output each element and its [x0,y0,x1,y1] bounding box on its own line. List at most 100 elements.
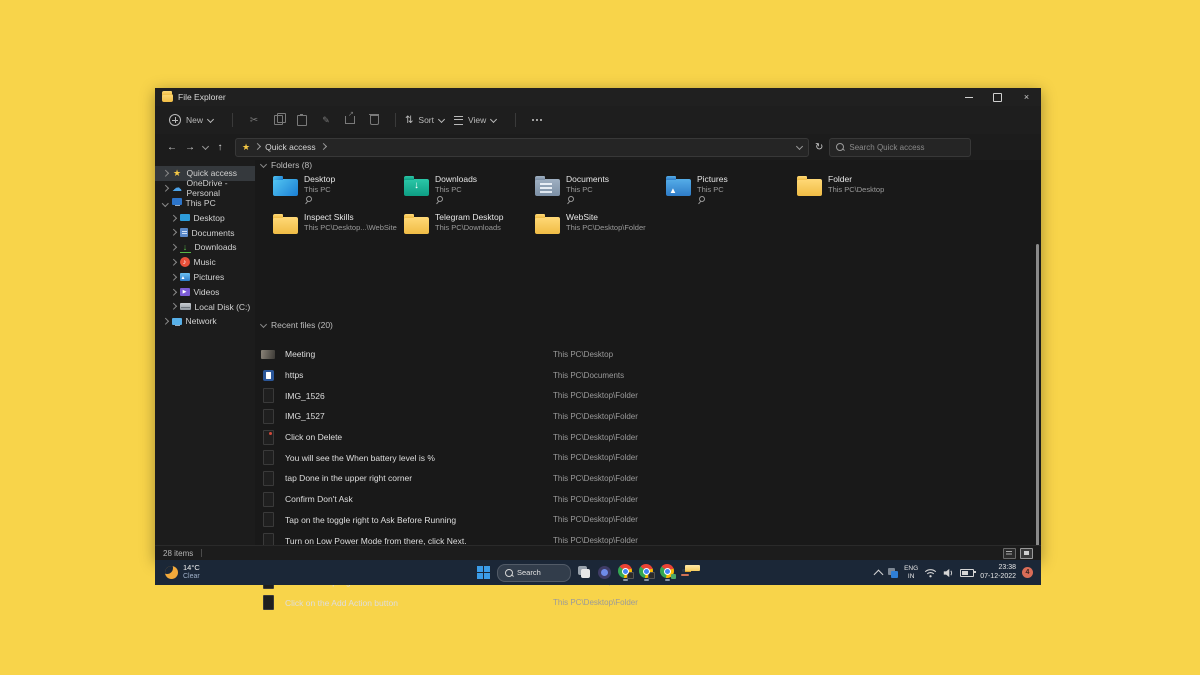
recent-file-row[interactable]: https This PC\Documents [261,365,1021,386]
delete-button[interactable] [362,110,386,130]
chat-app-icon[interactable] [598,566,611,579]
folder-tile[interactable]: Documents This PC [535,174,666,212]
folder-tile[interactable]: Downloads This PC [404,174,535,212]
chevron-icon[interactable] [162,200,168,206]
notification-badge[interactable]: 4 [1022,567,1033,578]
clock[interactable]: 23:38 07-12-2022 [980,564,1016,581]
folder-tile[interactable]: WebSite This PC\Desktop\Folder [535,212,666,250]
folder-tile[interactable]: Folder This PC\Desktop [797,174,928,212]
folder-tile[interactable]: Telegram Desktop This PC\Downloads [404,212,535,250]
chevron-icon[interactable] [162,185,168,191]
sidebar-item[interactable]: Videos [155,284,255,299]
folder-tile[interactable]: Inspect Skills This PC\Desktop...\WebSit… [273,212,404,250]
chevron-icon[interactable] [162,318,168,324]
cut-button[interactable]: ✂ [242,110,266,130]
address-dropdown-icon[interactable] [796,142,803,149]
paste-button[interactable] [290,110,314,130]
recent-file-row[interactable]: Tap on the toggle right to Ask Before Ru… [261,510,1021,531]
sidebar-item[interactable]: Desktop [155,210,255,225]
documents-icon [180,228,188,237]
file-name: Confirm Don't Ask [285,494,553,504]
recent-file-row[interactable]: tap Done in the upper right corner This … [261,468,1021,489]
vertical-scrollbar[interactable] [1036,244,1039,564]
recent-file-row[interactable]: Click on Delete This PC\Desktop\Folder [261,427,1021,448]
ellipsis-icon [532,119,534,121]
recent-file-row[interactable]: IMG_1526 This PC\Desktop\Folder [261,385,1021,406]
minimize-button[interactable] [954,88,983,106]
downloads-icon [180,241,191,253]
recent-section-header[interactable]: Recent files (20) [261,320,333,330]
folders-section-header[interactable]: Folders (8) [261,160,312,170]
rename-button[interactable]: ✎ [314,110,338,130]
folder-path: This PC [566,185,609,194]
chevron-icon[interactable] [170,229,176,235]
recent-file-row[interactable]: IMG_1527 This PC\Desktop\Folder [261,406,1021,427]
tray-app-icon[interactable] [888,568,898,578]
file-path: This PC\Desktop\Folder [553,433,638,442]
share-button[interactable] [338,110,362,130]
sidebar-item[interactable]: Network [155,314,255,329]
chevron-icon[interactable] [170,289,176,295]
weather-widget[interactable]: 14°C Clear [165,560,200,585]
file-explorer-taskbar-app[interactable] [681,569,689,576]
file-name: Click on the Add Action button [285,598,553,608]
sort-button[interactable]: ⇅ Sort [405,115,444,126]
battery-icon[interactable] [960,569,974,577]
sidebar-item[interactable]: Documents [155,225,255,240]
screenshot-red [263,430,274,445]
chevron-icon[interactable] [170,215,176,221]
recent-file-row[interactable]: Click on the Add Action button This PC\D… [261,592,1021,613]
chevron-icon[interactable] [170,244,176,250]
chrome-app-1[interactable] [618,564,632,581]
up-button[interactable]: ↑ [211,142,229,153]
details-view-button[interactable] [1003,548,1016,559]
chrome-app-3[interactable] [660,564,674,581]
sidebar-item[interactable]: Pictures [155,270,255,285]
start-button[interactable] [477,566,490,579]
recent-file-row[interactable]: Confirm Don't Ask This PC\Desktop\Folder [261,489,1021,510]
task-view-icon[interactable] [578,566,591,579]
maximize-button[interactable] [983,88,1012,106]
chevron-icon[interactable] [162,170,168,176]
sidebar-item-label: This PC [186,198,216,208]
sidebar-item-label: OneDrive - Personal [187,178,256,198]
sidebar-item-label: Pictures [194,272,225,282]
sidebar-item[interactable]: OneDrive - Personal [155,181,255,196]
view-button[interactable]: View [454,115,496,125]
recent-file-row[interactable]: You will see the When battery level is %… [261,447,1021,468]
recent-file-row[interactable]: Meeting This PC\Desktop [261,344,1021,365]
profile-badge [627,572,634,579]
folder-tile[interactable]: Desktop This PC [273,174,404,212]
paste-icon [297,115,307,126]
sidebar-item[interactable]: Downloads [155,240,255,255]
chevron-icon[interactable] [170,259,176,265]
file-path: This PC\Desktop [553,350,613,359]
volume-icon[interactable] [943,568,954,578]
folder-name: Folder [828,174,884,185]
more-options-button[interactable] [525,110,549,130]
wifi-icon[interactable] [924,568,937,578]
copy-button[interactable] [266,110,290,130]
recent-locations-button[interactable] [199,146,211,149]
forward-button[interactable]: → [181,142,199,153]
close-button[interactable]: × [1012,88,1041,106]
chevron-icon[interactable] [170,303,176,309]
taskbar-search[interactable]: Search [497,564,571,582]
new-button[interactable]: New [169,114,213,126]
breadcrumb[interactable]: Quick access [265,142,316,152]
folder-name: WebSite [566,212,646,223]
sidebar-item[interactable]: Music [155,255,255,270]
large-icons-view-button[interactable] [1020,548,1033,559]
chevron-icon[interactable] [170,274,176,280]
hidden-icons-chevron[interactable] [874,569,884,579]
chrome-app-2[interactable] [639,564,653,581]
sidebar-item[interactable]: Local Disk (C:) [155,299,255,314]
search-input[interactable]: Search Quick access [829,138,971,157]
back-button[interactable]: ← [163,142,181,153]
refresh-button[interactable]: ↻ [815,142,823,153]
address-bar[interactable]: Quick access [235,138,809,157]
folder-tile[interactable]: Pictures This PC [666,174,797,212]
screenshot-thumb [263,492,274,507]
language-indicator[interactable]: ENG IN [904,565,918,579]
file-name: You will see the When battery level is % [285,453,553,463]
